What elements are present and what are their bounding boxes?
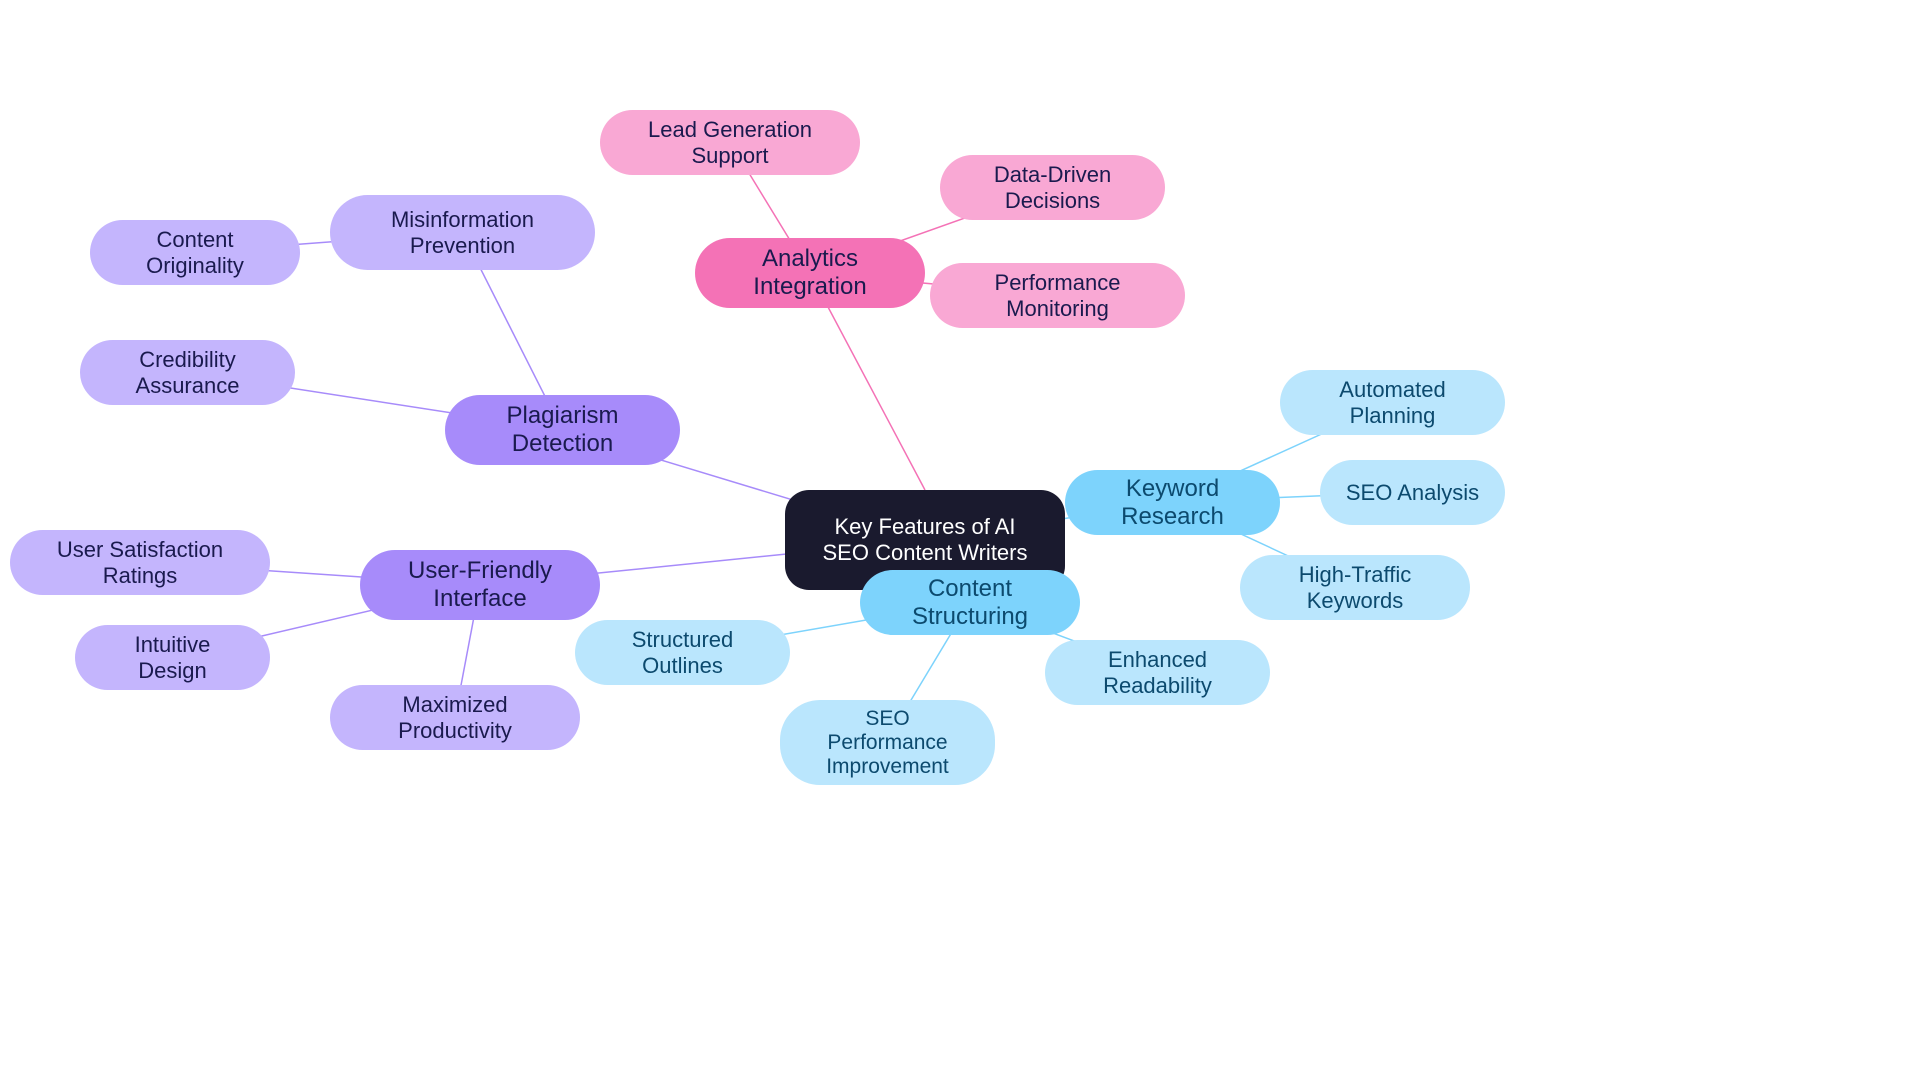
- seo-performance-node: SEO Performance Improvement: [780, 700, 995, 785]
- user-friendly-interface-node: User-Friendly Interface: [360, 550, 600, 620]
- content-structuring-node: Content Structuring: [860, 570, 1080, 635]
- maximized-productivity-node: Maximized Productivity: [330, 685, 580, 750]
- lead-generation-node: Lead Generation Support: [600, 110, 860, 175]
- performance-monitoring-node: Performance Monitoring: [930, 263, 1185, 328]
- credibility-assurance-node: Credibility Assurance: [80, 340, 295, 405]
- structured-outlines-node: Structured Outlines: [575, 620, 790, 685]
- content-originality-node: Content Originality: [90, 220, 300, 285]
- data-driven-node: Data-Driven Decisions: [940, 155, 1165, 220]
- analytics-integration-node: Analytics Integration: [695, 238, 925, 308]
- automated-planning-node: Automated Planning: [1280, 370, 1505, 435]
- enhanced-readability-node: Enhanced Readability: [1045, 640, 1270, 705]
- keyword-research-node: Keyword Research: [1065, 470, 1280, 535]
- intuitive-design-node: Intuitive Design: [75, 625, 270, 690]
- high-traffic-keywords-node: High-Traffic Keywords: [1240, 555, 1470, 620]
- plagiarism-detection-node: Plagiarism Detection: [445, 395, 680, 465]
- user-satisfaction-ratings-node: User Satisfaction Ratings: [10, 530, 270, 595]
- seo-analysis-node: SEO Analysis: [1320, 460, 1505, 525]
- misinformation-prevention-node: Misinformation Prevention: [330, 195, 595, 270]
